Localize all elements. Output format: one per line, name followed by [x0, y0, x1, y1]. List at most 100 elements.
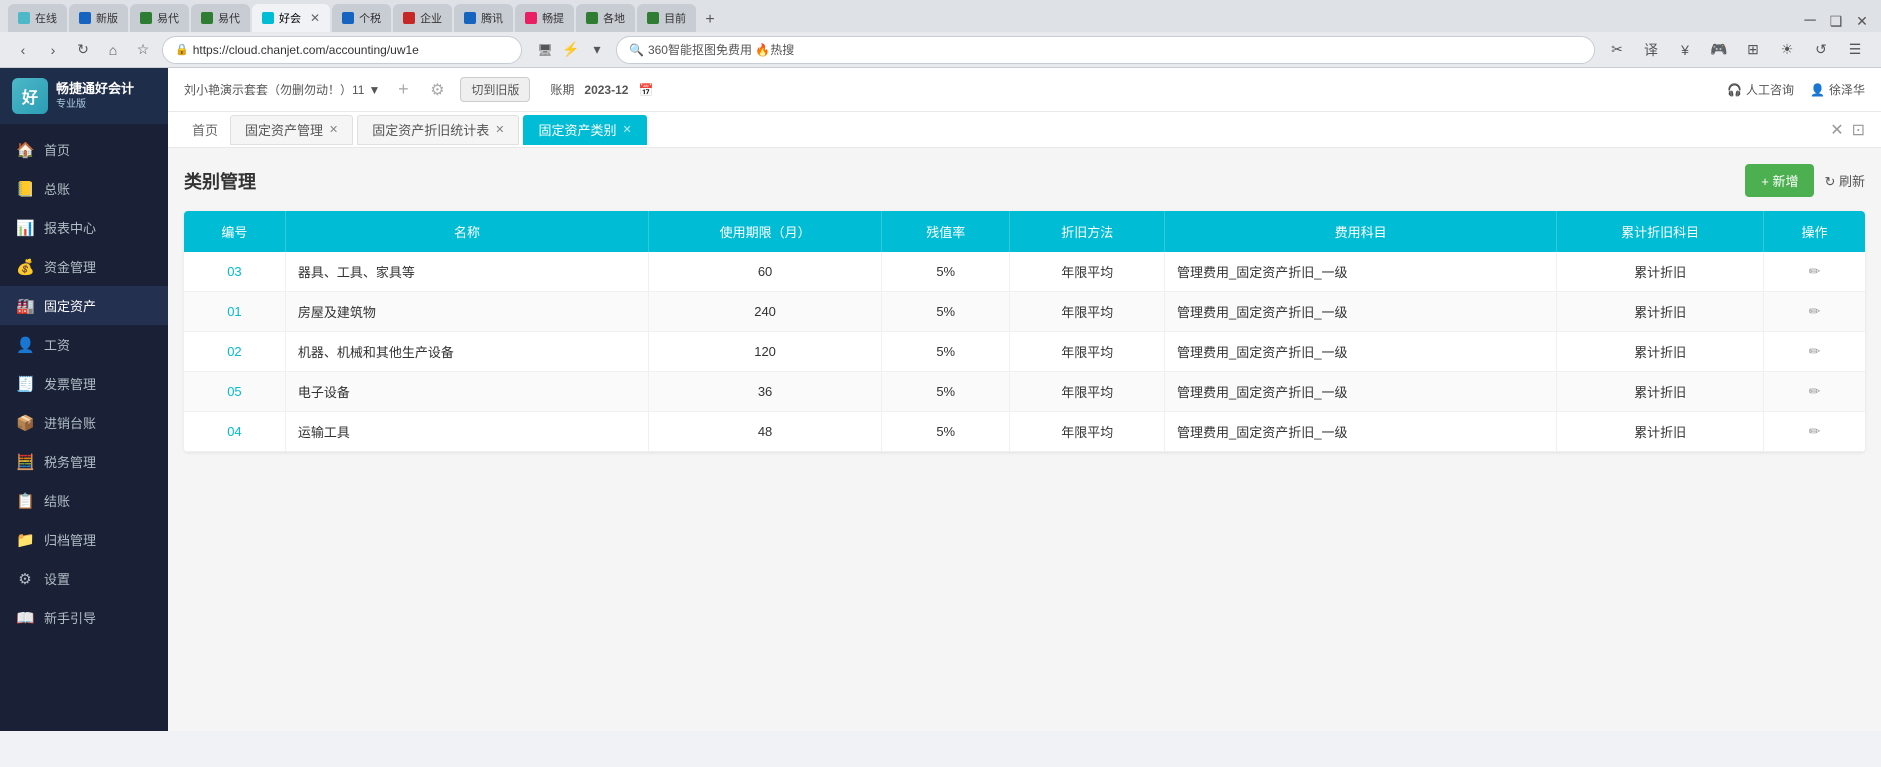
url-input[interactable]: 🔒 https://cloud.chanjet.com/accounting/u…: [162, 36, 522, 64]
device-icon[interactable]: 🖥: [534, 39, 556, 61]
scissors-icon[interactable]: ✂: [1603, 36, 1631, 64]
inventory-icon: 📦: [16, 414, 34, 432]
sidebar-item-settings[interactable]: ⚙ 设置: [0, 559, 168, 598]
breadcrumb-tab-category[interactable]: 固定资产类别 ✕: [523, 115, 646, 145]
app-header: 刘小艳演示套套（勿删勿动！）11 ▼ + ⚙ 切到旧版 账期 2023-12 📅…: [168, 68, 1881, 112]
user-dropdown-icon[interactable]: ▼: [368, 83, 380, 97]
minimize-btn[interactable]: ─: [1799, 10, 1821, 32]
translate-icon[interactable]: 译: [1637, 36, 1665, 64]
page-title: 类别管理: [184, 168, 256, 194]
tab-close-icon[interactable]: ✕: [310, 11, 320, 25]
sidebar-item-archive[interactable]: 📁 归档管理: [0, 520, 168, 559]
cell-period: 60: [649, 252, 882, 292]
edit-icon[interactable]: ✏: [1809, 303, 1821, 319]
sidebar: 好 畅捷通好会计 专业版 🏠 首页 📒 总账 📊 报表中心 💰 资金管理: [0, 68, 168, 731]
cell-accum: 累计折旧: [1557, 372, 1764, 412]
maximize-btn[interactable]: ❑: [1825, 10, 1847, 32]
browser-tab-2[interactable]: 易代: [130, 4, 189, 32]
browser-tab-5[interactable]: 个税: [332, 4, 391, 32]
cell-period: 120: [649, 332, 882, 372]
cell-name: 电子设备: [285, 372, 648, 412]
forward-btn[interactable]: ›: [42, 39, 64, 61]
breadcrumb-tab-depreciation[interactable]: 固定资产折旧统计表 ✕: [357, 115, 519, 145]
brightness-icon[interactable]: ☀: [1773, 36, 1801, 64]
boost-icon[interactable]: ⚡: [560, 39, 582, 61]
browser-tab-3[interactable]: 易代: [191, 4, 250, 32]
cell-action: ✏: [1764, 252, 1865, 292]
cell-period: 240: [649, 292, 882, 332]
logo-icon: 好: [12, 78, 48, 114]
cell-method: 年限平均: [1010, 332, 1165, 372]
tab-float-close-icon[interactable]: ✕: [1830, 120, 1843, 140]
game-icon[interactable]: 🎮: [1705, 36, 1733, 64]
breadcrumb-home[interactable]: 首页: [184, 120, 226, 139]
table-row: 01 房屋及建筑物 240 5% 年限平均 管理费用_固定资产折旧_一级 累计折…: [184, 292, 1865, 332]
breadcrumb-tab-fixed-mgmt[interactable]: 固定资产管理 ✕: [230, 115, 353, 145]
service-btn[interactable]: 🎧 人工咨询: [1727, 81, 1794, 98]
sidebar-item-home[interactable]: 🏠 首页: [0, 130, 168, 169]
dropdown-btn[interactable]: ▾: [586, 39, 608, 61]
page-header: 类别管理 + 新增 ↻ 刷新: [184, 164, 1865, 197]
coin-icon[interactable]: ¥: [1671, 36, 1699, 64]
browser-tab-1[interactable]: 新版: [69, 4, 128, 32]
home-btn[interactable]: ⌂: [102, 39, 124, 61]
browser-tab-8[interactable]: 畅提: [515, 4, 574, 32]
sidebar-item-guide[interactable]: 📖 新手引导: [0, 598, 168, 637]
close-category-icon[interactable]: ✕: [623, 123, 632, 136]
reload-btn[interactable]: ↻: [72, 39, 94, 61]
sidebar-item-fixed-assets[interactable]: 🏭 固定资产: [0, 286, 168, 325]
browser-tab-0[interactable]: 在线: [8, 4, 67, 32]
edit-icon[interactable]: ✏: [1809, 263, 1821, 279]
user-profile[interactable]: 👤 徐泽华: [1810, 81, 1865, 98]
cell-rate: 5%: [881, 292, 1009, 332]
new-tab-btn[interactable]: +: [698, 8, 722, 32]
sidebar-item-reports[interactable]: 📊 报表中心: [0, 208, 168, 247]
sidebar-item-funds[interactable]: 💰 资金管理: [0, 247, 168, 286]
browser-tab-active[interactable]: 好会 ✕: [252, 4, 330, 32]
page-content: 类别管理 + 新增 ↻ 刷新 编号 名称 使用期限（月） 残值率 折旧方法 费用…: [168, 148, 1881, 731]
sidebar-item-invoices[interactable]: 🧾 发票管理: [0, 364, 168, 403]
close-btn[interactable]: ✕: [1851, 10, 1873, 32]
browser-tab-7[interactable]: 腾讯: [454, 4, 513, 32]
grid-icon[interactable]: ⊞: [1739, 36, 1767, 64]
version-switch-btn[interactable]: 切到旧版: [460, 77, 530, 102]
cell-accum: 累计折旧: [1557, 252, 1764, 292]
browser-tab-bar: 在线 新版 易代 易代 好会 ✕ 个税 企业 腾讯 畅提 各地 目前 +: [0, 0, 1881, 32]
bookmark-btn[interactable]: ☆: [132, 39, 154, 61]
sidebar-item-payroll[interactable]: 👤 工资: [0, 325, 168, 364]
refresh-btn[interactable]: ↻ 刷新: [1824, 171, 1865, 190]
sidebar-item-inventory[interactable]: 📦 进销台账: [0, 403, 168, 442]
calendar-icon[interactable]: 📅: [638, 83, 653, 97]
settings-gear-btn[interactable]: ⚙: [426, 79, 448, 101]
search-bar[interactable]: 🔍 360智能抠图免费用 🔥热搜: [616, 36, 1595, 64]
cell-expense: 管理费用_固定资产折旧_一级: [1165, 332, 1557, 372]
menu-icon[interactable]: ☰: [1841, 36, 1869, 64]
header-actions: + 新增 ↻ 刷新: [1745, 164, 1865, 197]
back-btn[interactable]: ‹: [12, 39, 34, 61]
sidebar-item-ledger[interactable]: 📒 总账: [0, 169, 168, 208]
browser-tab-9[interactable]: 各地: [576, 4, 635, 32]
cell-rate: 5%: [881, 332, 1009, 372]
closing-icon: 📋: [16, 492, 34, 510]
close-depreciation-icon[interactable]: ✕: [495, 123, 504, 136]
browser-tab-10[interactable]: 目前: [637, 4, 696, 32]
edit-icon[interactable]: ✏: [1809, 343, 1821, 359]
reports-icon: 📊: [16, 219, 34, 237]
add-company-btn[interactable]: +: [392, 79, 414, 101]
lock-icon: 🔒: [175, 43, 189, 56]
funds-icon: 💰: [16, 258, 34, 276]
search-icon: 🔍: [629, 43, 644, 57]
browser-tab-6[interactable]: 企业: [393, 4, 452, 32]
tab-expand-icon[interactable]: ⊡: [1852, 120, 1865, 140]
close-fixed-mgmt-icon[interactable]: ✕: [329, 123, 338, 136]
sidebar-item-tax[interactable]: 🧮 税务管理: [0, 442, 168, 481]
edit-icon[interactable]: ✏: [1809, 383, 1821, 399]
tax-icon: 🧮: [16, 453, 34, 471]
undo-icon[interactable]: ↺: [1807, 36, 1835, 64]
sidebar-item-closing[interactable]: 📋 结账: [0, 481, 168, 520]
headset-icon: 🎧: [1727, 83, 1742, 97]
edit-icon[interactable]: ✏: [1809, 423, 1821, 439]
col-id: 编号: [184, 211, 285, 252]
add-btn[interactable]: + 新增: [1745, 164, 1814, 197]
cell-rate: 5%: [881, 372, 1009, 412]
